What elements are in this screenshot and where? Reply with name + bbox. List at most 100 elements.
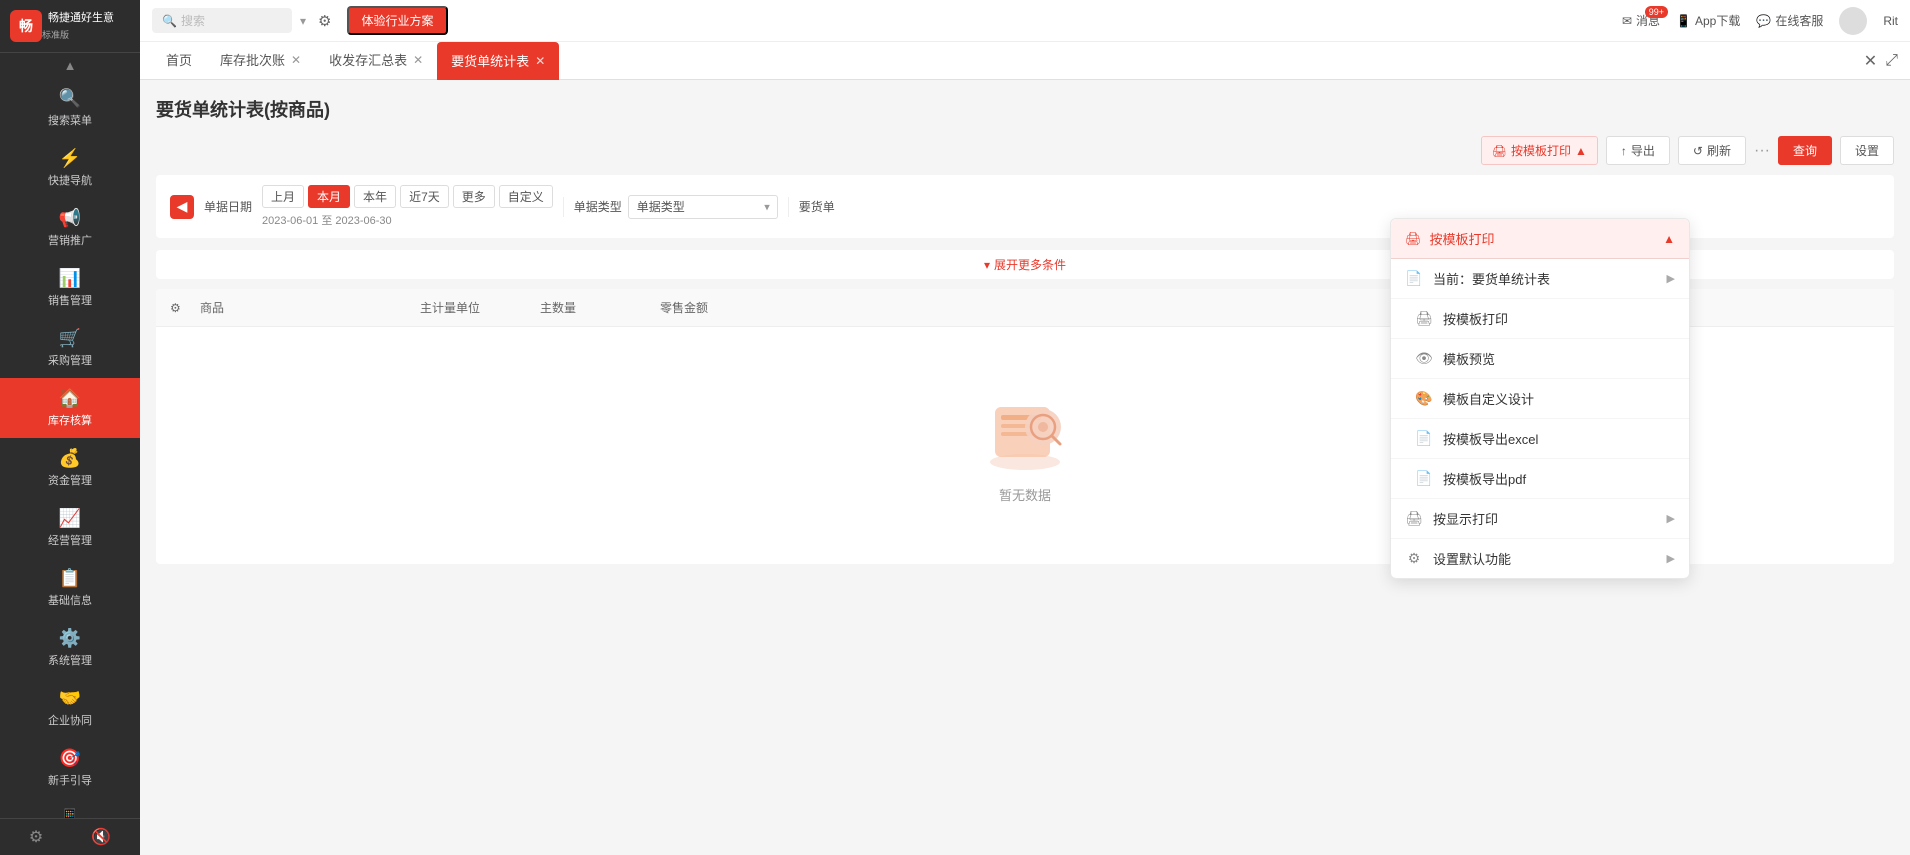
page-title: 要货单统计表(按商品) bbox=[156, 96, 1894, 122]
query-button[interactable]: 查询 bbox=[1778, 136, 1832, 165]
app-name: 畅捷通好生意 bbox=[48, 11, 114, 26]
sidebar-item-operations[interactable]: 📈 经营管理 bbox=[0, 498, 140, 558]
sidebar-item-quick-nav[interactable]: ⚡ 快捷导航 bbox=[0, 138, 140, 198]
scroll-up-btn[interactable]: ▲ bbox=[0, 53, 140, 78]
sidebar-item-finance[interactable]: 💰 资金管理 bbox=[0, 438, 140, 498]
sidebar-item-label: 销售管理 bbox=[48, 292, 92, 308]
date-7days[interactable]: 近7天 bbox=[400, 185, 449, 208]
dropdown-collapse-icon[interactable]: ▲ bbox=[1663, 232, 1675, 246]
search-box[interactable]: 🔍 搜索 bbox=[152, 8, 292, 33]
date-custom[interactable]: 自定义 bbox=[499, 185, 553, 208]
inventory-icon: 🏠 bbox=[59, 388, 81, 409]
sidebar-item-search[interactable]: 🔍 搜索菜单 bbox=[0, 78, 140, 138]
sales-icon: 📊 bbox=[59, 268, 81, 289]
service-icon: 💬 bbox=[1756, 14, 1771, 28]
dropdown-item-template-pdf[interactable]: 📄 按模板导出pdf bbox=[1391, 459, 1689, 499]
tab-receipt-summary[interactable]: 收发存汇总表 ✕ bbox=[315, 42, 437, 80]
system-icon: ⚙️ bbox=[59, 628, 81, 649]
search-placeholder: 搜索 bbox=[181, 12, 205, 29]
message-button[interactable]: ✉ 消息 99+ bbox=[1622, 12, 1660, 29]
app-download-button[interactable]: 📱 App下载 bbox=[1676, 12, 1740, 29]
export-icon: ↑ bbox=[1621, 144, 1627, 158]
mute-icon[interactable]: 🔇 bbox=[91, 827, 111, 847]
settings-icon[interactable]: ⚙ bbox=[29, 827, 43, 847]
date-this-month[interactable]: 本月 bbox=[308, 185, 350, 208]
current-template-label: 当前：要货单统计表 bbox=[1433, 269, 1550, 288]
sidebar-item-label: 经营管理 bbox=[48, 532, 92, 548]
dropdown-item-template-print[interactable]: 🖨 按模板打印 bbox=[1391, 299, 1689, 339]
filter-collapse-button[interactable]: ◀ bbox=[170, 195, 194, 219]
print-icon: 🖨 bbox=[1492, 144, 1507, 158]
message-icon: ✉ bbox=[1622, 14, 1632, 28]
type-filter-label: 单据类型 bbox=[574, 198, 622, 215]
filter-divider2 bbox=[788, 197, 789, 217]
sidebar-item-newbie[interactable]: 🎯 新手引导 bbox=[0, 738, 140, 798]
sidebar-item-inventory[interactable]: 🏠 库存核算 bbox=[0, 378, 140, 438]
sidebar-item-enterprise[interactable]: 🤝 企业协同 bbox=[0, 678, 140, 738]
th-settings[interactable]: ⚙ bbox=[170, 301, 200, 315]
main-area: 🔍 搜索 ▾ ⚙ 体验行业方案 ✉ 消息 99+ 📱 App下载 💬 在线客服 … bbox=[140, 0, 1910, 855]
sidebar-item-label: 库存核算 bbox=[48, 412, 92, 428]
dropdown-item-template-preview[interactable]: 👁 模板预览 bbox=[1391, 339, 1689, 379]
date-prev-month[interactable]: 上月 bbox=[262, 185, 304, 208]
date-more[interactable]: 更多 bbox=[453, 185, 495, 208]
sidebar-item-label: 营销推广 bbox=[48, 232, 92, 248]
refresh-button[interactable]: ↺ 刷新 bbox=[1678, 136, 1746, 165]
operations-icon: 📈 bbox=[59, 508, 81, 529]
sidebar: 畅 畅捷通好生意 标准版 ▲ 🔍 搜索菜单 ⚡ 快捷导航 📢 营销推广 📊 销售… bbox=[0, 0, 140, 855]
sidebar-item-label: 新手引导 bbox=[48, 772, 92, 788]
tab-receipt-summary-close[interactable]: ✕ bbox=[413, 53, 423, 67]
column-settings-icon[interactable]: ⚙ bbox=[170, 301, 181, 315]
tab-inventory-batch-close[interactable]: ✕ bbox=[291, 53, 301, 67]
dropdown-display-print[interactable]: 🖨 按显示打印 ▶ bbox=[1391, 499, 1689, 539]
page-content: 要货单统计表(按商品) 🖨 按模板打印 ▲ ↑ 导出 ↺ 刷新 bbox=[140, 80, 1910, 855]
template-custom-icon: 🎨 bbox=[1415, 390, 1433, 407]
settings-button[interactable]: 设置 bbox=[1840, 136, 1894, 165]
more-actions-icon[interactable]: ··· bbox=[1754, 142, 1770, 160]
tab-home[interactable]: 首页 bbox=[152, 42, 206, 80]
sidebar-item-system[interactable]: ⚙️ 系统管理 bbox=[0, 618, 140, 678]
date-this-year[interactable]: 本年 bbox=[354, 185, 396, 208]
goods-type-label: 要货单 bbox=[799, 198, 835, 215]
dropdown-current-template[interactable]: 📄 当前：要货单统计表 ▶ bbox=[1391, 259, 1689, 299]
sidebar-item-purchase[interactable]: 🛒 采购管理 bbox=[0, 318, 140, 378]
template-custom-label: 模板自定义设计 bbox=[1443, 389, 1534, 408]
message-badge: 99+ bbox=[1645, 6, 1668, 18]
topbar-gear-icon[interactable]: ⚙ bbox=[318, 12, 331, 30]
tab-order-stats-close[interactable]: ✕ bbox=[535, 54, 545, 68]
default-func-chevron: ▶ bbox=[1667, 552, 1675, 565]
sidebar-item-sales[interactable]: 📊 销售管理 bbox=[0, 258, 140, 318]
dropdown-default-func[interactable]: ⚙ 设置默认功能 ▶ bbox=[1391, 539, 1689, 578]
sidebar-item-basic[interactable]: 📋 基础信息 bbox=[0, 558, 140, 618]
tab-inventory-batch[interactable]: 库存批次账 ✕ bbox=[206, 42, 315, 80]
default-func-icon: ⚙ bbox=[1405, 550, 1423, 567]
tab-maximize-icon[interactable]: ⤢ bbox=[1885, 52, 1898, 70]
date-buttons: 上月 本月 本年 近7天 更多 自定义 bbox=[262, 185, 553, 208]
sidebar-item-apps[interactable]: 📱 应用中心 bbox=[0, 798, 140, 818]
sidebar-item-label: 资金管理 bbox=[48, 472, 92, 488]
search-icon: 🔍 bbox=[162, 14, 177, 28]
sidebar-item-label: 系统管理 bbox=[48, 652, 92, 668]
username-label[interactable]: Rit bbox=[1883, 14, 1898, 28]
type-select[interactable]: 单据类型 bbox=[628, 195, 778, 219]
dropdown-item-template-custom[interactable]: 🎨 模板自定义设计 bbox=[1391, 379, 1689, 419]
tab-order-stats[interactable]: 要货单统计表 ✕ bbox=[437, 42, 559, 80]
dropdown-item-template-excel[interactable]: 📄 按模板导出excel bbox=[1391, 419, 1689, 459]
th-product: 商品 bbox=[200, 299, 420, 316]
type-filter: 单据类型 单据类型 bbox=[574, 195, 778, 219]
topbar-right: ✉ 消息 99+ 📱 App下载 💬 在线客服 Rit bbox=[1622, 7, 1898, 35]
filter-divider bbox=[563, 197, 564, 217]
print-template-button[interactable]: 🖨 按模板打印 ▲ bbox=[1481, 136, 1598, 165]
sidebar-item-label: 搜索菜单 bbox=[48, 112, 92, 128]
online-service-button[interactable]: 💬 在线客服 bbox=[1756, 12, 1823, 29]
tab-close-all-icon[interactable]: ✕ bbox=[1864, 51, 1877, 71]
tabs-right-controls: ✕ ⤢ bbox=[1864, 51, 1898, 71]
export-button[interactable]: ↑ 导出 bbox=[1606, 136, 1670, 165]
search-chevron-icon[interactable]: ▾ bbox=[300, 14, 306, 28]
trial-button[interactable]: 体验行业方案 bbox=[347, 6, 447, 35]
template-pdf-icon: 📄 bbox=[1415, 470, 1433, 487]
empty-illustration bbox=[975, 387, 1075, 477]
current-template-icon: 📄 bbox=[1405, 270, 1423, 287]
user-avatar[interactable] bbox=[1839, 7, 1867, 35]
sidebar-item-marketing[interactable]: 📢 营销推广 bbox=[0, 198, 140, 258]
